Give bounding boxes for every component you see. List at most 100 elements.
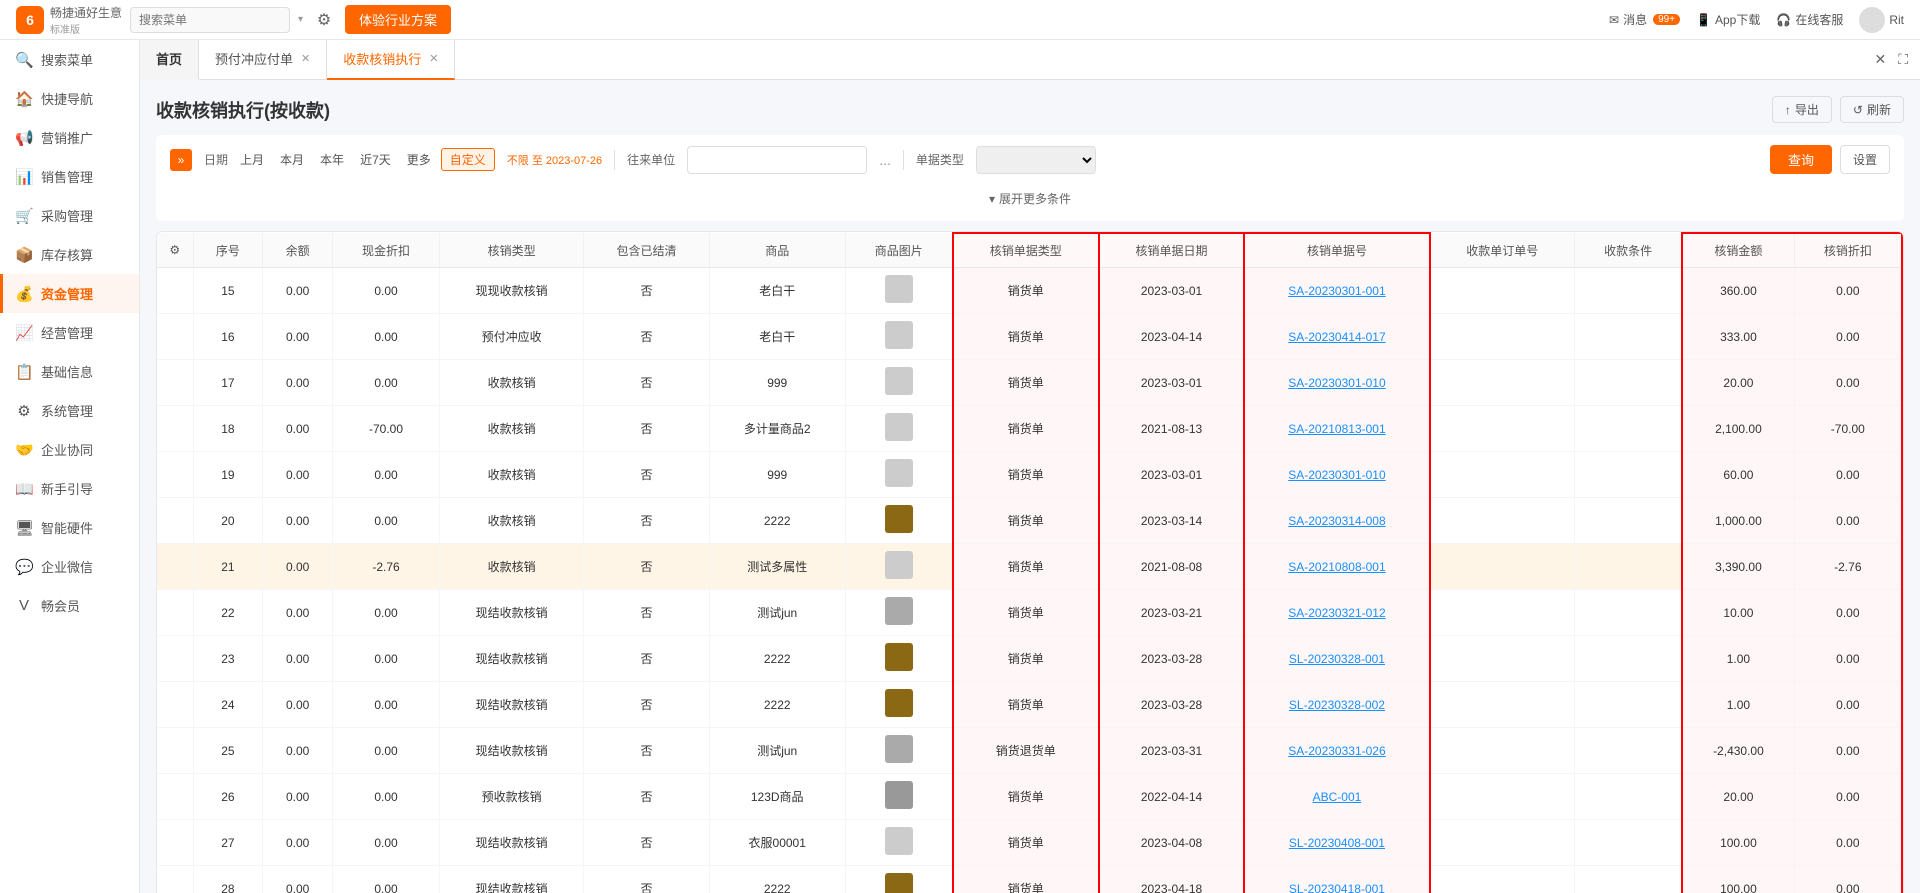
last-month-btn[interactable]: 上月: [234, 149, 270, 170]
from-unit-label: 往来单位: [627, 151, 675, 168]
more-btn[interactable]: 更多: [401, 149, 437, 170]
td-verify-discount: 0.00: [1794, 774, 1902, 820]
tab-close-icon[interactable]: ✕: [429, 52, 438, 65]
td-cash-discount: 0.00: [333, 820, 440, 866]
expand-tab-btn[interactable]: ⛶: [1894, 47, 1912, 72]
last-7days-btn[interactable]: 近7天: [354, 149, 397, 170]
td-balance: 0.00: [263, 866, 333, 893]
search-input[interactable]: [130, 7, 290, 33]
export-button[interactable]: ↑ 导出: [1772, 96, 1832, 123]
td-include-settled: 否: [584, 636, 710, 682]
from-unit-input[interactable]: [687, 146, 867, 174]
td-gear: [157, 636, 193, 682]
td-verify-discount: 0.00: [1794, 820, 1902, 866]
ellipsis-icon[interactable]: ...: [879, 152, 891, 168]
tab-close-icon[interactable]: ✕: [301, 52, 310, 65]
sidebar-item-经营管理[interactable]: 📈经营管理: [0, 313, 139, 352]
td-verify-bill-type: 销货单: [953, 590, 1099, 636]
sidebar-item-营销推广[interactable]: 📢营销推广: [0, 118, 139, 157]
settings-icon[interactable]: ⚙: [311, 7, 337, 33]
th-product: 商品: [709, 233, 845, 268]
query-button[interactable]: 查询: [1770, 145, 1832, 174]
td-receipt-cond: [1574, 636, 1682, 682]
tab-收款核销执行[interactable]: 收款核销执行✕: [327, 40, 455, 80]
sidebar-item-库存核算[interactable]: 📦库存核算: [0, 235, 139, 274]
td-verify-bill-date: 2023-04-14: [1099, 314, 1245, 360]
td-verify-amount: 333.00: [1682, 314, 1794, 360]
td-gear: [157, 544, 193, 590]
sidebar-item-资金管理[interactable]: 💰资金管理: [0, 274, 139, 313]
sidebar-item-智能硬件[interactable]: 🖥智能硬件: [0, 508, 139, 547]
td-gear: [157, 866, 193, 893]
user-action[interactable]: Rit: [1859, 7, 1904, 33]
td-verify-bill-date: 2023-03-28: [1099, 682, 1245, 728]
sidebar-item-畅会员[interactable]: V畅会员: [0, 586, 139, 625]
app-download-action[interactable]: 📱 App下载: [1696, 11, 1760, 28]
message-label: 消息: [1623, 11, 1647, 28]
td-verify-amount: 20.00: [1682, 774, 1794, 820]
table-row: 25 0.00 0.00 现结收款核销 否 测试jun 销货退货单 2023-0…: [157, 728, 1902, 774]
td-include-settled: 否: [584, 682, 710, 728]
td-balance: 0.00: [263, 360, 333, 406]
td-receipt-cond: [1574, 544, 1682, 590]
sidebar-item-搜索菜单[interactable]: 🔍搜索菜单: [0, 40, 139, 79]
sidebar-icon: 🛒: [15, 207, 33, 225]
sidebar-item-销售管理[interactable]: 📊销售管理: [0, 157, 139, 196]
td-receipt-order-no: [1430, 728, 1575, 774]
td-product-img: [845, 406, 953, 452]
refresh-button[interactable]: ↺ 刷新: [1840, 96, 1904, 123]
this-month-btn[interactable]: 本月: [274, 149, 310, 170]
tab-首页[interactable]: 首页: [140, 40, 199, 80]
sidebar-item-采购管理[interactable]: 🛒采购管理: [0, 196, 139, 235]
date-filter: 日期 上月 本月 本年 近7天 更多 自定义: [204, 148, 495, 171]
message-action[interactable]: ✉ 消息 99+: [1609, 11, 1680, 28]
td-product-img: [845, 268, 953, 314]
industry-solution-button[interactable]: 体验行业方案: [345, 5, 451, 34]
sidebar-item-企业微信[interactable]: 💬企业微信: [0, 547, 139, 586]
td-receipt-cond: [1574, 728, 1682, 774]
td-receipt-order-no: [1430, 314, 1575, 360]
th-gear[interactable]: ⚙: [157, 233, 193, 268]
td-include-settled: 否: [584, 268, 710, 314]
td-receipt-cond: [1574, 820, 1682, 866]
expand-more-btn[interactable]: ▾ 展开更多条件: [989, 186, 1071, 211]
td-verify-amount: 60.00: [1682, 452, 1794, 498]
td-receipt-order-no: [1430, 452, 1575, 498]
td-balance: 0.00: [263, 728, 333, 774]
sidebar-item-基础信息[interactable]: 📋基础信息: [0, 352, 139, 391]
sidebar-label: 基础信息: [41, 362, 93, 381]
td-verify-amount: 20.00: [1682, 360, 1794, 406]
td-include-settled: 否: [584, 314, 710, 360]
setting-button[interactable]: 设置: [1840, 145, 1890, 174]
sidebar-label: 系统管理: [41, 401, 93, 420]
close-tab-btn[interactable]: ✕: [1870, 47, 1890, 72]
td-verify-bill-date: 2023-03-31: [1099, 728, 1245, 774]
td-balance: 0.00: [263, 498, 333, 544]
sidebar-item-新手引导[interactable]: 📖新手引导: [0, 469, 139, 508]
td-product: 2222: [709, 866, 845, 893]
td-verify-bill-no: SL-20230328-001: [1244, 636, 1429, 682]
tab-预付冲应付单[interactable]: 预付冲应付单✕: [199, 40, 327, 80]
chevron-down-icon[interactable]: ▾: [298, 14, 303, 25]
filter-expand-btn[interactable]: »: [170, 149, 192, 171]
table-body: 15 0.00 0.00 现现收款核销 否 老白干 销货单 2023-03-01…: [157, 268, 1902, 893]
table-row: 23 0.00 0.00 现结收款核销 否 2222 销货单 2023-03-2…: [157, 636, 1902, 682]
sidebar-item-企业协同[interactable]: 🤝企业协同: [0, 430, 139, 469]
this-year-btn[interactable]: 本年: [314, 149, 350, 170]
td-verify-discount: -2.76: [1794, 544, 1902, 590]
td-verify-bill-type: 销货单: [953, 314, 1099, 360]
td-receipt-order-no: [1430, 360, 1575, 406]
custom-date-btn[interactable]: 自定义: [441, 148, 495, 171]
td-verify-bill-type: 销货单: [953, 406, 1099, 452]
th-include-settled: 包含已结清: [584, 233, 710, 268]
sidebar-item-系统管理[interactable]: ⚙系统管理: [0, 391, 139, 430]
single-type-select[interactable]: [976, 146, 1096, 174]
sidebar-item-快捷导航[interactable]: 🏠快捷导航: [0, 79, 139, 118]
sidebar-icon: 🤝: [15, 441, 33, 459]
td-verify-bill-no: SL-20230328-002: [1244, 682, 1429, 728]
td-no: 18: [193, 406, 263, 452]
online-service-action[interactable]: 🎧 在线客服: [1776, 11, 1843, 28]
td-cash-discount: 0.00: [333, 682, 440, 728]
td-balance: 0.00: [263, 636, 333, 682]
td-verify-amount: 1.00: [1682, 682, 1794, 728]
